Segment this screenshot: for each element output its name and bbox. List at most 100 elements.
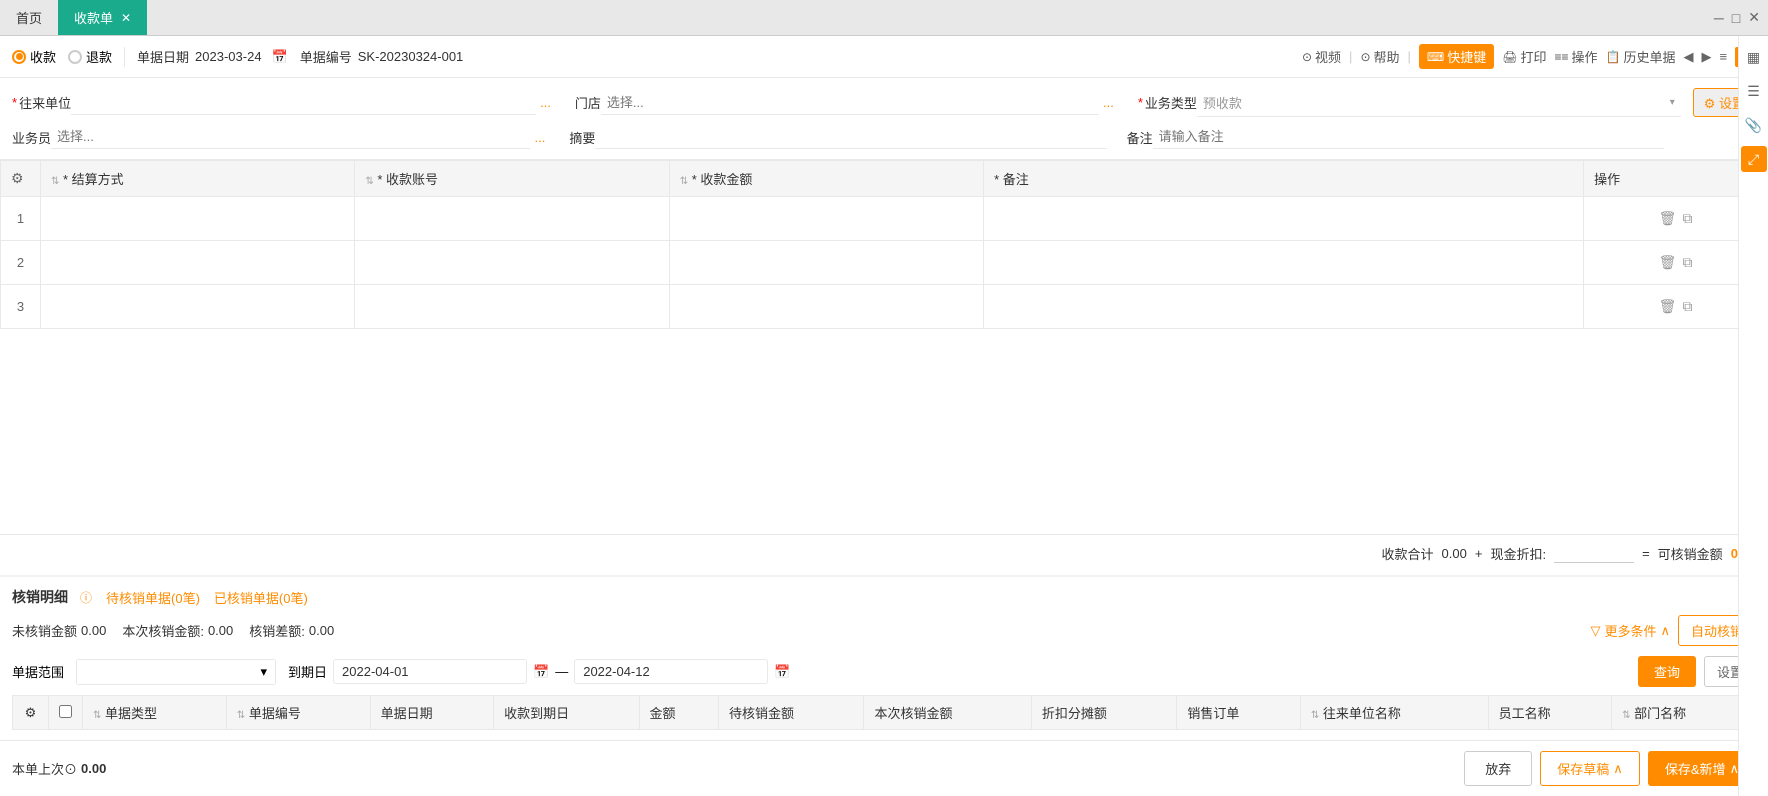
diff-value: 0.00 (309, 623, 334, 638)
doc-date-cal-icon[interactable]: 📅 (272, 49, 288, 65)
store-field: 门店 ... (575, 91, 1118, 115)
select-all-checkbox[interactable] (59, 705, 72, 718)
tab-bar: 首页 收款单 ✕ ─ □ ✕ (0, 0, 1768, 36)
discard-button[interactable]: 放弃 (1464, 751, 1532, 786)
uncanceled-value: 0.00 (81, 623, 106, 638)
doc-no-value[interactable]: SK-20230324-001 (358, 49, 464, 64)
minimize-btn[interactable]: ─ (1714, 10, 1724, 26)
cal-to-icon[interactable]: 📅 (774, 664, 790, 680)
counterpart-input[interactable] (71, 91, 536, 115)
summary-input[interactable] (595, 125, 1106, 149)
query-button[interactable]: 查询 (1638, 656, 1696, 687)
store-input[interactable] (601, 91, 1099, 115)
row-remark-2[interactable] (984, 241, 1584, 285)
main-content: 收款 退款 单据日期 2023-03-24 📅 单据编号 SK-20230324… (0, 36, 1768, 796)
receipt-radio-label: 收款 (30, 47, 56, 66)
divider-1 (124, 47, 125, 67)
video-btn[interactable]: ⊙ 视频 (1302, 47, 1341, 66)
staff-label: 业务员 (12, 128, 51, 147)
row-delete-icon-1[interactable]: 🗑 (1659, 210, 1677, 227)
writeoff-info-icon[interactable]: ⓘ (80, 589, 92, 606)
col-settings[interactable]: ⚙ (1, 161, 41, 197)
biz-type-label: 业务类型 (1145, 93, 1197, 112)
summary-row: 收款合计 0.00 + 现金折扣: = 可核销金额 0.00 (0, 534, 1768, 571)
writeoff-header: 核销明细 ⓘ 待核销单据(0笔) 已核销单据(0笔) (12, 587, 1756, 607)
counterpart-label: 往来单位 (19, 93, 71, 112)
row-delete-icon-2[interactable]: 🗑 (1659, 254, 1677, 271)
refund-radio-label: 退款 (86, 47, 112, 66)
toolbar: 收款 退款 单据日期 2023-03-24 📅 单据编号 SK-20230324… (0, 36, 1768, 78)
btcol-doc-no: ⇅ 单据编号 (226, 696, 370, 730)
remark-input[interactable] (1153, 125, 1664, 149)
close-btn[interactable]: ✕ (1748, 9, 1760, 26)
shortcut-btn[interactable]: ⌨ 快捷键 (1419, 44, 1494, 69)
row-settlement-1[interactable] (41, 197, 355, 241)
row-settlement-3[interactable] (41, 285, 355, 329)
doc-no-group: 单据编号 SK-20230324-001 (300, 47, 464, 66)
row-copy-icon-1[interactable]: ⧉ (1682, 210, 1692, 227)
writeoff-title: 核销明细 (12, 587, 68, 607)
nav-prev-btn[interactable]: ◀ (1684, 49, 1694, 65)
receipt-radio[interactable]: 收款 (12, 47, 56, 66)
row-settlement-2[interactable] (41, 241, 355, 285)
tab-receipt[interactable]: 收款单 ✕ (58, 0, 147, 35)
right-sidebar: ▦ ☰ 📎 ⤢ (1738, 36, 1768, 796)
form-row-2: 业务员 ... 摘要 备注 (12, 125, 1756, 149)
row-amount-1[interactable] (669, 197, 983, 241)
discount-input[interactable] (1554, 543, 1634, 563)
doc-date-group: 单据日期 2023-03-24 📅 (137, 47, 288, 66)
sidebar-expand-icon[interactable]: ⤢ (1741, 146, 1767, 172)
more-filter-btn[interactable]: ▽ 更多条件 ∧ (1590, 621, 1670, 640)
btcol-due-date: 收款到期日 (494, 696, 639, 730)
available-label: 可核销金额 (1658, 544, 1723, 563)
row-amount-3[interactable] (669, 285, 983, 329)
refund-radio[interactable]: 退款 (68, 47, 112, 66)
doc-date-value[interactable]: 2023-03-24 (195, 49, 262, 64)
operate-btn[interactable]: ≡≡ 操作 (1555, 47, 1598, 66)
biz-type-select[interactable]: 预收款 ▾ (1197, 89, 1681, 117)
table-settings-icon[interactable]: ⚙ (11, 170, 24, 186)
due-date-to-input[interactable] (574, 659, 768, 684)
writeoff-section: 核销明细 ⓘ 待核销单据(0笔) 已核销单据(0笔) 未核销金额 0.00 本次… (0, 575, 1768, 740)
help-btn[interactable]: ⊙ 帮助 (1360, 47, 1399, 66)
row-account-2[interactable] (355, 241, 669, 285)
btcol-discount: 折扣分摊额 (1031, 696, 1176, 730)
counterpart-ellipsis[interactable]: ... (536, 95, 555, 110)
view-toggle-btn[interactable]: ≡ (1720, 49, 1728, 64)
tab-home[interactable]: 首页 (0, 0, 58, 35)
print-btn[interactable]: 🖨 打印 (1502, 47, 1546, 66)
maximize-btn[interactable]: □ (1732, 10, 1740, 26)
btcol-checkbox[interactable] (49, 696, 83, 730)
btcol-settings[interactable]: ⚙ (13, 696, 49, 730)
nav-next-btn[interactable]: ▶ (1702, 49, 1712, 65)
done-tab[interactable]: 已核销单据(0笔) (212, 588, 308, 607)
cal-from-icon[interactable]: 📅 (533, 664, 549, 680)
save-draft-button[interactable]: 保存草稿 ∧ (1540, 751, 1640, 786)
row-account-1[interactable] (355, 197, 669, 241)
store-label: 门店 (575, 93, 601, 112)
staff-input[interactable] (51, 125, 530, 149)
bottom-table-wrap: ⚙ ⇅ 单据类型 ⇅ 单据编号 单据日期 收款到期日 (12, 695, 1756, 730)
plus-sign: + (1475, 546, 1483, 561)
biz-type-field: * 业务类型 预收款 ▾ (1138, 89, 1681, 117)
row-remark-3[interactable] (984, 285, 1584, 329)
sidebar-table-icon[interactable]: ▦ (1741, 44, 1767, 70)
staff-ellipsis[interactable]: ... (530, 130, 549, 145)
row-delete-icon-3[interactable]: 🗑 (1659, 298, 1677, 315)
tab-close-icon[interactable]: ✕ (121, 11, 131, 25)
table-row: 3 🗑 ⧉ (1, 285, 1768, 329)
row-amount-2[interactable] (669, 241, 983, 285)
row-account-3[interactable] (355, 285, 669, 329)
range-select[interactable]: ▾ (76, 659, 276, 685)
sidebar-clip-icon[interactable]: 📎 (1741, 112, 1767, 138)
row-remark-1[interactable] (984, 197, 1584, 241)
sidebar-list-icon[interactable]: ☰ (1741, 78, 1767, 104)
total-label: 收款合计 (1382, 544, 1434, 563)
history-btn[interactable]: 📋 历史单据 (1606, 47, 1676, 66)
store-ellipsis[interactable]: ... (1099, 95, 1118, 110)
pending-tab[interactable]: 待核销单据(0笔) (104, 588, 200, 607)
due-date-from-input[interactable] (333, 659, 527, 684)
row-copy-icon-2[interactable]: ⧉ (1682, 254, 1692, 271)
form-row-1: * 往来单位 ... 门店 ... * 业务类型 预收款 ▾ ⚙ 设置 (12, 88, 1756, 117)
row-copy-icon-3[interactable]: ⧉ (1682, 298, 1692, 315)
